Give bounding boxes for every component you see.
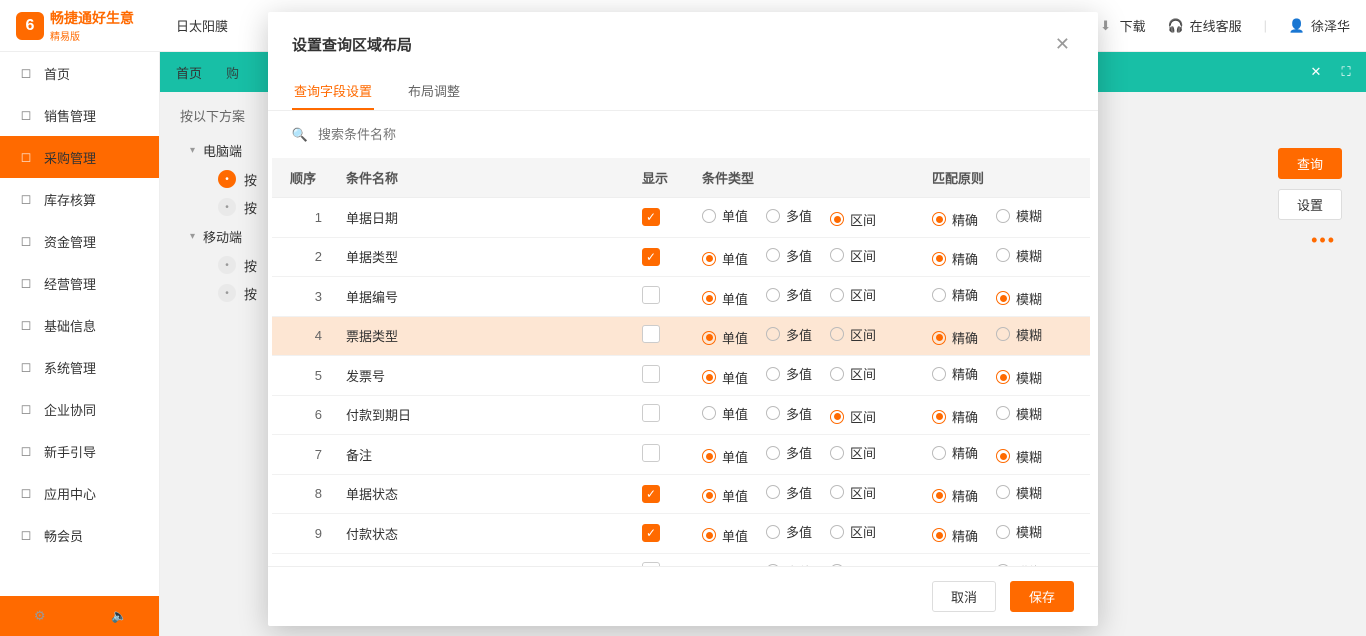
radio-exact[interactable]: 精确 [932, 486, 978, 505]
radio-fuzzy[interactable]: 模糊 [996, 206, 1042, 225]
radio-multi[interactable]: 多值 [766, 443, 812, 462]
radio-exact[interactable]: 精确 [932, 285, 978, 304]
radio-exact[interactable]: 精确 [932, 328, 978, 347]
radio-range[interactable]: 区间 [830, 483, 876, 502]
radio-multi[interactable]: 多值 [766, 325, 812, 344]
cell-name: 单据状态 [334, 474, 630, 514]
tab-layout-adjust[interactable]: 布局调整 [406, 73, 462, 110]
table-row: 8单据状态 单值多值区间 精确模糊 [272, 474, 1090, 514]
modal-title: 设置查询区域布局 [292, 34, 412, 55]
table-row: 10开票状态单值多值区间精确模糊 [272, 553, 1090, 566]
radio-single[interactable]: 单值 [702, 447, 748, 466]
radio-exact[interactable]: 精确 [932, 364, 978, 383]
table-row: 7备注 单值多值区间 精确模糊 [272, 435, 1090, 475]
show-checkbox[interactable] [642, 248, 660, 266]
table-row: 2单据类型 单值多值区间 精确模糊 [272, 237, 1090, 277]
radio-fuzzy[interactable]: 模糊 [996, 325, 1042, 344]
radio-single[interactable]: 单值 [702, 249, 748, 268]
cell-order: 3 [272, 277, 334, 317]
cell-order: 5 [272, 356, 334, 396]
radio-fuzzy[interactable]: 模糊 [996, 447, 1042, 466]
cell-name: 发票号 [334, 356, 630, 396]
show-checkbox[interactable] [642, 444, 660, 462]
radio-range[interactable]: 区间 [830, 407, 876, 426]
radio-multi[interactable]: 多值 [766, 246, 812, 265]
table-row: 5发票号 单值多值区间 精确模糊 [272, 356, 1090, 396]
col-match: 匹配原则 [920, 158, 1090, 198]
cell-order: 1 [272, 198, 334, 238]
radio-range[interactable]: 区间 [830, 246, 876, 265]
cell-name: 备注 [334, 435, 630, 475]
radio-single[interactable]: 单值 [702, 368, 748, 387]
show-checkbox[interactable] [642, 524, 660, 542]
radio-range[interactable]: 区间 [830, 210, 876, 229]
save-button[interactable]: 保存 [1010, 581, 1074, 612]
radio-exact[interactable]: 精确 [932, 407, 978, 426]
show-checkbox[interactable] [642, 485, 660, 503]
radio-multi[interactable]: 多值 [766, 364, 812, 383]
radio-multi[interactable]: 多值 [766, 206, 812, 225]
cancel-button[interactable]: 取消 [932, 581, 996, 612]
radio-fuzzy[interactable]: 模糊 [996, 404, 1042, 423]
cell-order: 8 [272, 474, 334, 514]
cell-order: 9 [272, 514, 334, 554]
radio-single[interactable]: 单值 [702, 486, 748, 505]
close-icon[interactable]: ✕ [1051, 30, 1074, 59]
radio-multi[interactable]: 多值 [766, 483, 812, 502]
radio-fuzzy[interactable]: 模糊 [996, 246, 1042, 265]
search-icon: 🔍 [292, 127, 308, 143]
show-checkbox[interactable] [642, 208, 660, 226]
radio-fuzzy[interactable]: 模糊 [996, 483, 1042, 502]
col-order: 顺序 [272, 158, 334, 198]
col-name: 条件名称 [334, 158, 630, 198]
cell-name: 票据类型 [334, 316, 630, 356]
cell-name: 单据日期 [334, 198, 630, 238]
radio-fuzzy[interactable]: 模糊 [996, 368, 1042, 387]
radio-single[interactable]: 单值 [702, 206, 748, 225]
radio-multi[interactable]: 多值 [766, 285, 812, 304]
col-ctype: 条件类型 [690, 158, 920, 198]
col-show: 显示 [630, 158, 690, 198]
radio-fuzzy[interactable]: 模糊 [996, 522, 1042, 541]
cell-name: 开票状态 [334, 553, 630, 566]
cell-order: 6 [272, 395, 334, 435]
show-checkbox[interactable] [642, 286, 660, 304]
radio-single[interactable]: 单值 [702, 289, 748, 308]
fields-table: 顺序 条件名称 显示 条件类型 匹配原则 1单据日期单值多值区间精确模糊2单据类… [272, 158, 1090, 566]
show-checkbox[interactable] [642, 365, 660, 383]
radio-exact[interactable]: 精确 [932, 443, 978, 462]
search-input[interactable] [316, 121, 1074, 148]
radio-exact[interactable]: 精确 [932, 210, 978, 229]
radio-range[interactable]: 区间 [830, 285, 876, 304]
table-row: 1单据日期 单值多值区间 精确模糊 [272, 198, 1090, 238]
cell-name: 单据类型 [334, 237, 630, 277]
table-row: 9付款状态 单值多值区间 精确模糊 [272, 514, 1090, 554]
radio-exact[interactable]: 精确 [932, 526, 978, 545]
cell-order: 7 [272, 435, 334, 475]
show-checkbox[interactable] [642, 325, 660, 343]
cell-order: 4 [272, 316, 334, 356]
show-checkbox[interactable] [642, 404, 660, 422]
cell-name: 单据编号 [334, 277, 630, 317]
tab-query-fields[interactable]: 查询字段设置 [292, 73, 374, 110]
cell-order: 10 [272, 553, 334, 566]
radio-single[interactable]: 单值 [702, 328, 748, 347]
table-row: 6付款到期日 单值多值区间 精确模糊 [272, 395, 1090, 435]
radio-fuzzy[interactable]: 模糊 [996, 289, 1042, 308]
cell-order: 2 [272, 237, 334, 277]
cell-name: 付款状态 [334, 514, 630, 554]
radio-range[interactable]: 区间 [830, 522, 876, 541]
radio-single[interactable]: 单值 [702, 526, 748, 545]
radio-single[interactable]: 单值 [702, 404, 748, 423]
radio-range[interactable]: 区间 [830, 443, 876, 462]
table-row: 4票据类型 单值多值区间 精确模糊 [272, 316, 1090, 356]
query-layout-modal: 设置查询区域布局 ✕ 查询字段设置 布局调整 🔍 顺序 条件名称 显示 条件类型… [268, 12, 1098, 626]
radio-exact[interactable]: 精确 [932, 249, 978, 268]
radio-multi[interactable]: 多值 [766, 522, 812, 541]
radio-multi[interactable]: 多值 [766, 404, 812, 423]
table-row: 3单据编号 单值多值区间 精确模糊 [272, 277, 1090, 317]
radio-range[interactable]: 区间 [830, 364, 876, 383]
radio-range[interactable]: 区间 [830, 325, 876, 344]
cell-name: 付款到期日 [334, 395, 630, 435]
